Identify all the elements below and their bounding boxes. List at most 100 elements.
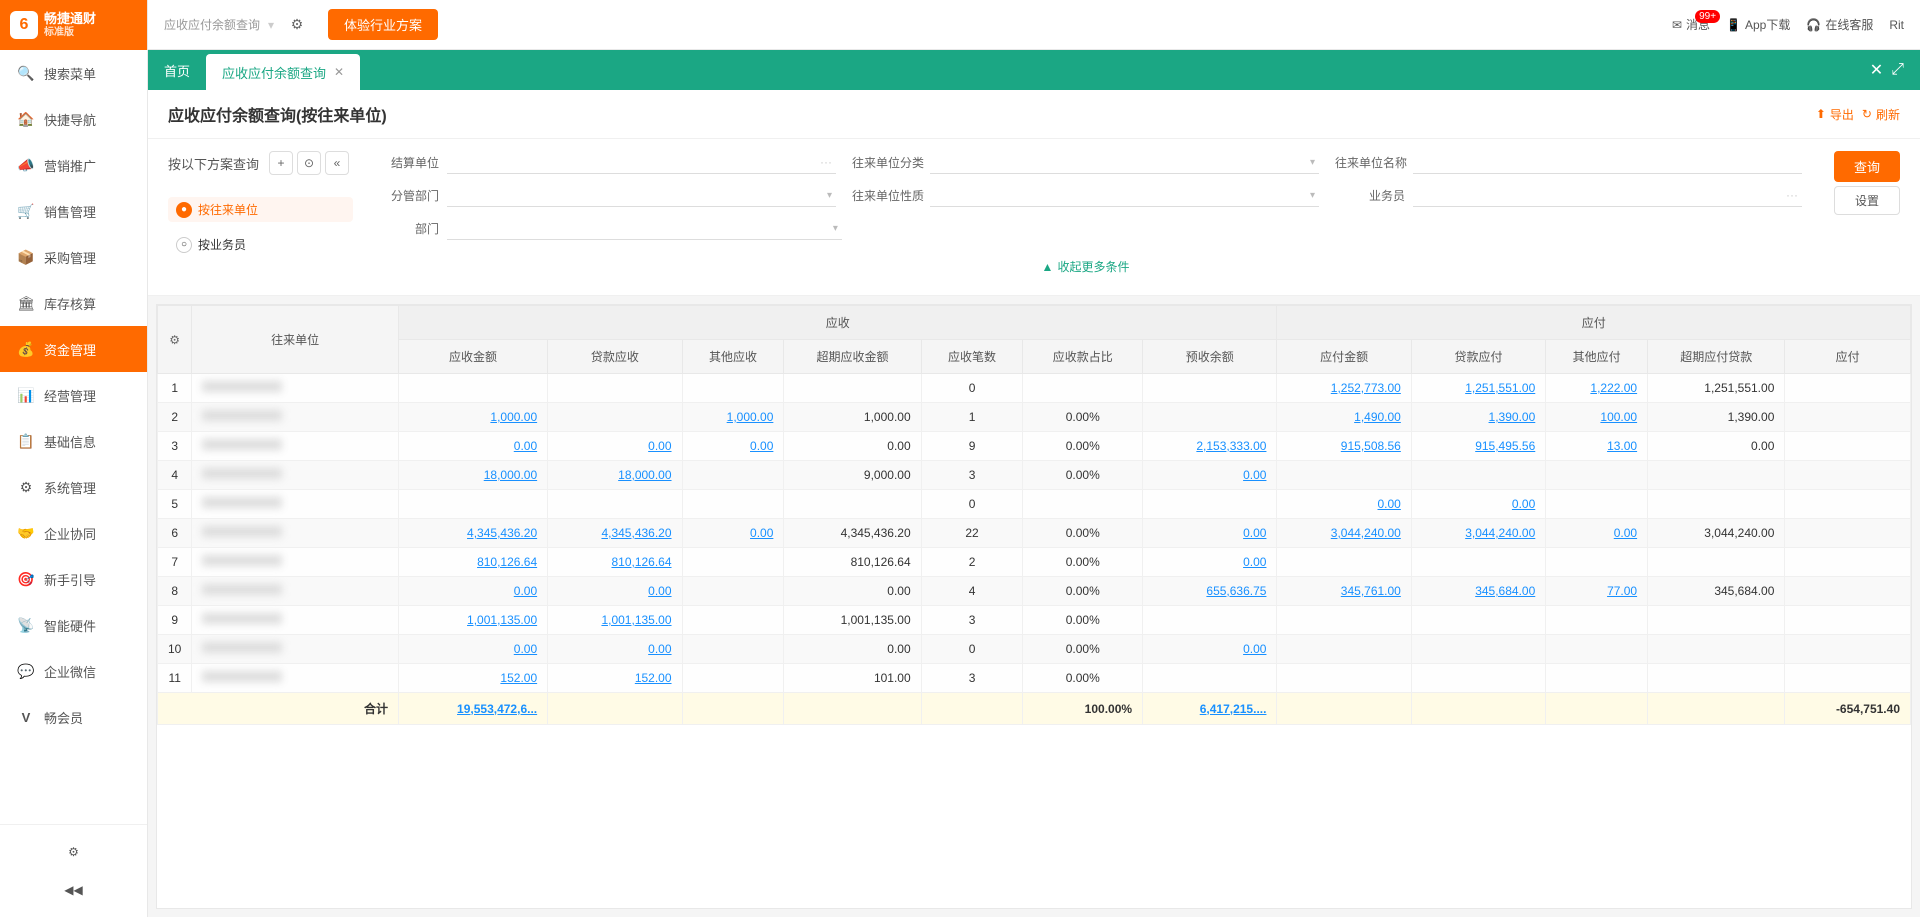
unit-category-dropdown: ▾ xyxy=(930,151,1319,174)
query-btn[interactable]: 查询 xyxy=(1834,151,1900,182)
sidebar-item-system[interactable]: ⚙ 系统管理 xyxy=(0,464,147,510)
filter-field-unitnature: 往来单位性质 ▾ xyxy=(852,184,1319,207)
sidebar-item-sales[interactable]: 🛒 销售管理 xyxy=(0,188,147,234)
data-table-wrapper: ⚙ 往来单位 应收 应付 应收金额 贷款应收 其他应收 超期应收金额 应收笔数 … xyxy=(156,304,1912,909)
settlement-unit-input[interactable] xyxy=(447,151,816,173)
row-recv-overdue-3: 9,000.00 xyxy=(784,461,921,490)
sidebar-item-finance[interactable]: 💰 资金管理 xyxy=(0,326,147,372)
total-recv-ratio: 100.00% xyxy=(1023,693,1143,725)
sidebar-item-purchase[interactable]: 📦 采购管理 xyxy=(0,234,147,280)
row-pay-other-5: 0.00 xyxy=(1546,519,1648,548)
sidebar-item-business[interactable]: 📊 经营管理 xyxy=(0,372,147,418)
col-pay-loan: 贷款应付 xyxy=(1411,340,1545,374)
settings-icon: ⚙ xyxy=(68,845,79,859)
row-num-2: 3 xyxy=(158,432,192,461)
row-recv-count-6: 2 xyxy=(921,548,1023,577)
table-row: 6 4,345,436.20 4,345,436.20 0.00 4,345,4… xyxy=(158,519,1911,548)
sidebar-item-guide[interactable]: 🎯 新手引导 xyxy=(0,556,147,602)
sidebar-item-quicknav[interactable]: 🏠 快捷导航 xyxy=(0,96,147,142)
row-recv-advance-3: 0.00 xyxy=(1143,461,1277,490)
row-pay-other-0: 1,222.00 xyxy=(1546,374,1648,403)
settlement-ellipsis-icon[interactable]: ··· xyxy=(816,155,836,169)
breadcrumb-text: 应收应付余额查询 xyxy=(164,16,260,33)
row-recv-count-3: 3 xyxy=(921,461,1023,490)
sidebar-item-hardware[interactable]: 📡 智能硬件 xyxy=(0,602,147,648)
total-recv-amount[interactable]: 19,553,472,6... xyxy=(398,693,547,725)
table-row: 3 0.00 0.00 0.00 0.00 9 0.00% 2,153,333.… xyxy=(158,432,1911,461)
row-recv-ratio-8: 0.00% xyxy=(1023,606,1143,635)
header-message-btn[interactable]: ✉ 消息 99+ xyxy=(1672,16,1710,33)
sidebar-item-marketing[interactable]: 📣 营销推广 xyxy=(0,142,147,188)
table-row: 5 0 0.00 0.00 xyxy=(158,490,1911,519)
refresh-btn[interactable]: ↻ 刷新 xyxy=(1862,106,1900,123)
row-recv-count-5: 22 xyxy=(921,519,1023,548)
settings-btn[interactable]: 设置 xyxy=(1834,186,1900,215)
filter-collapse-btn[interactable]: ▲ 收起更多条件 xyxy=(369,250,1802,283)
sidebar-item-inventory[interactable]: 🏛 库存核算 xyxy=(0,280,147,326)
header-service-btn[interactable]: 🎧 在线客服 xyxy=(1806,16,1873,33)
filter-row-3: 部门 ▾ xyxy=(369,217,1802,240)
sidebar-item-search[interactable]: 🔍 搜索菜单 xyxy=(0,50,147,96)
row-recv-loan-0 xyxy=(548,374,682,403)
filter-add-btn[interactable]: + xyxy=(269,151,293,175)
unit-name-input[interactable] xyxy=(1413,151,1802,174)
table-container[interactable]: ⚙ 往来单位 应收 应付 应收金额 贷款应收 其他应收 超期应收金额 应收笔数 … xyxy=(157,305,1911,908)
row-recv-loan-6: 810,126.64 xyxy=(548,548,682,577)
export-icon: ⬆ xyxy=(1816,107,1826,121)
finance-icon: 💰 xyxy=(16,339,36,359)
filter-option-byunit[interactable]: ● 按往来单位 xyxy=(168,197,353,222)
page-header: 应收应付余额查询(按往来单位) ⬆ 导出 ↻ 刷新 xyxy=(148,90,1920,139)
total-label: 合计 xyxy=(158,693,399,725)
row-recv-other-3 xyxy=(682,461,784,490)
row-pay-overdue-1: 1,390.00 xyxy=(1648,403,1785,432)
row-pay-loan-3 xyxy=(1411,461,1545,490)
page-actions: ⬆ 导出 ↻ 刷新 xyxy=(1816,106,1900,123)
wechat-icon: 💬 xyxy=(16,661,36,681)
row-pay-loan-7: 345,684.00 xyxy=(1411,577,1545,606)
header-gear-btn[interactable]: ⚙ xyxy=(282,10,312,40)
tab-maximize-icon[interactable]: ⤢ xyxy=(1891,61,1904,79)
filter-collapse-icon-btn[interactable]: « xyxy=(325,151,349,175)
tab-close-window-icon[interactable]: ✕ xyxy=(1870,60,1883,80)
filter-option-bysales[interactable]: ○ 按业务员 xyxy=(168,232,353,257)
settlement-unit-input-wrapper: ··· xyxy=(447,151,836,174)
row-recv-overdue-7: 0.00 xyxy=(784,577,921,606)
row-pay-loan-2: 915,495.56 xyxy=(1411,432,1545,461)
trial-btn[interactable]: 体验行业方案 xyxy=(328,9,438,40)
row-pay-amount-6 xyxy=(1277,548,1411,577)
sidebar-settings-btn[interactable]: ⚙ xyxy=(0,833,147,871)
salesperson-ellipsis-icon[interactable]: ··· xyxy=(1782,188,1802,202)
breadcrumb-chevron-icon: ▾ xyxy=(268,18,274,32)
row-pay-loan-0: 1,251,551.00 xyxy=(1411,374,1545,403)
sidebar-item-corp[interactable]: 🤝 企业协同 xyxy=(0,510,147,556)
tab-bar-actions: ✕ ⤢ xyxy=(1846,50,1920,90)
col-partner: 往来单位 xyxy=(192,306,399,374)
unit-nature-input[interactable] xyxy=(930,184,1310,206)
service-icon: 🎧 xyxy=(1806,18,1821,32)
header-app-download-btn[interactable]: 📱 App下载 xyxy=(1726,16,1790,33)
col-pay-overdue: 超期应付贷款 xyxy=(1648,340,1785,374)
dept-input[interactable] xyxy=(447,184,827,206)
tab-home[interactable]: 首页 xyxy=(148,50,206,90)
sidebar-item-basic[interactable]: 📋 基础信息 xyxy=(0,418,147,464)
tab-arbalance[interactable]: 应收应付余额查询 ✕ xyxy=(206,54,360,90)
department-input[interactable] xyxy=(447,217,833,239)
tab-close-icon[interactable]: ✕ xyxy=(334,65,344,79)
row-recv-loan-8: 1,001,135.00 xyxy=(548,606,682,635)
corp-icon: 🤝 xyxy=(16,523,36,543)
unit-category-input[interactable] xyxy=(930,151,1310,173)
table-gear-icon[interactable]: ⚙ xyxy=(169,333,180,347)
filter-settings-icon-btn[interactable]: ⊙ xyxy=(297,151,321,175)
col-settings-gear: ⚙ xyxy=(158,306,192,374)
sidebar-item-wechat[interactable]: 💬 企业微信 xyxy=(0,648,147,694)
row-recv-other-4 xyxy=(682,490,784,519)
sidebar: 6 畅捷通财 标准版 🔍 搜索菜单 🏠 快捷导航 📣 营销推广 🛒 销售管理 📦… xyxy=(0,0,148,917)
row-pay-other-6 xyxy=(1546,548,1648,577)
salesperson-input[interactable] xyxy=(1413,184,1782,206)
sidebar-item-member[interactable]: V 畅会员 xyxy=(0,694,147,740)
unit-category-chevron-icon: ▾ xyxy=(1310,157,1319,168)
export-btn[interactable]: ⬆ 导出 xyxy=(1816,106,1854,123)
row-recv-ratio-2: 0.00% xyxy=(1023,432,1143,461)
sidebar-collapse-btn[interactable]: ◀◀ xyxy=(0,871,147,909)
header-user-btn[interactable]: Rit xyxy=(1889,18,1904,32)
